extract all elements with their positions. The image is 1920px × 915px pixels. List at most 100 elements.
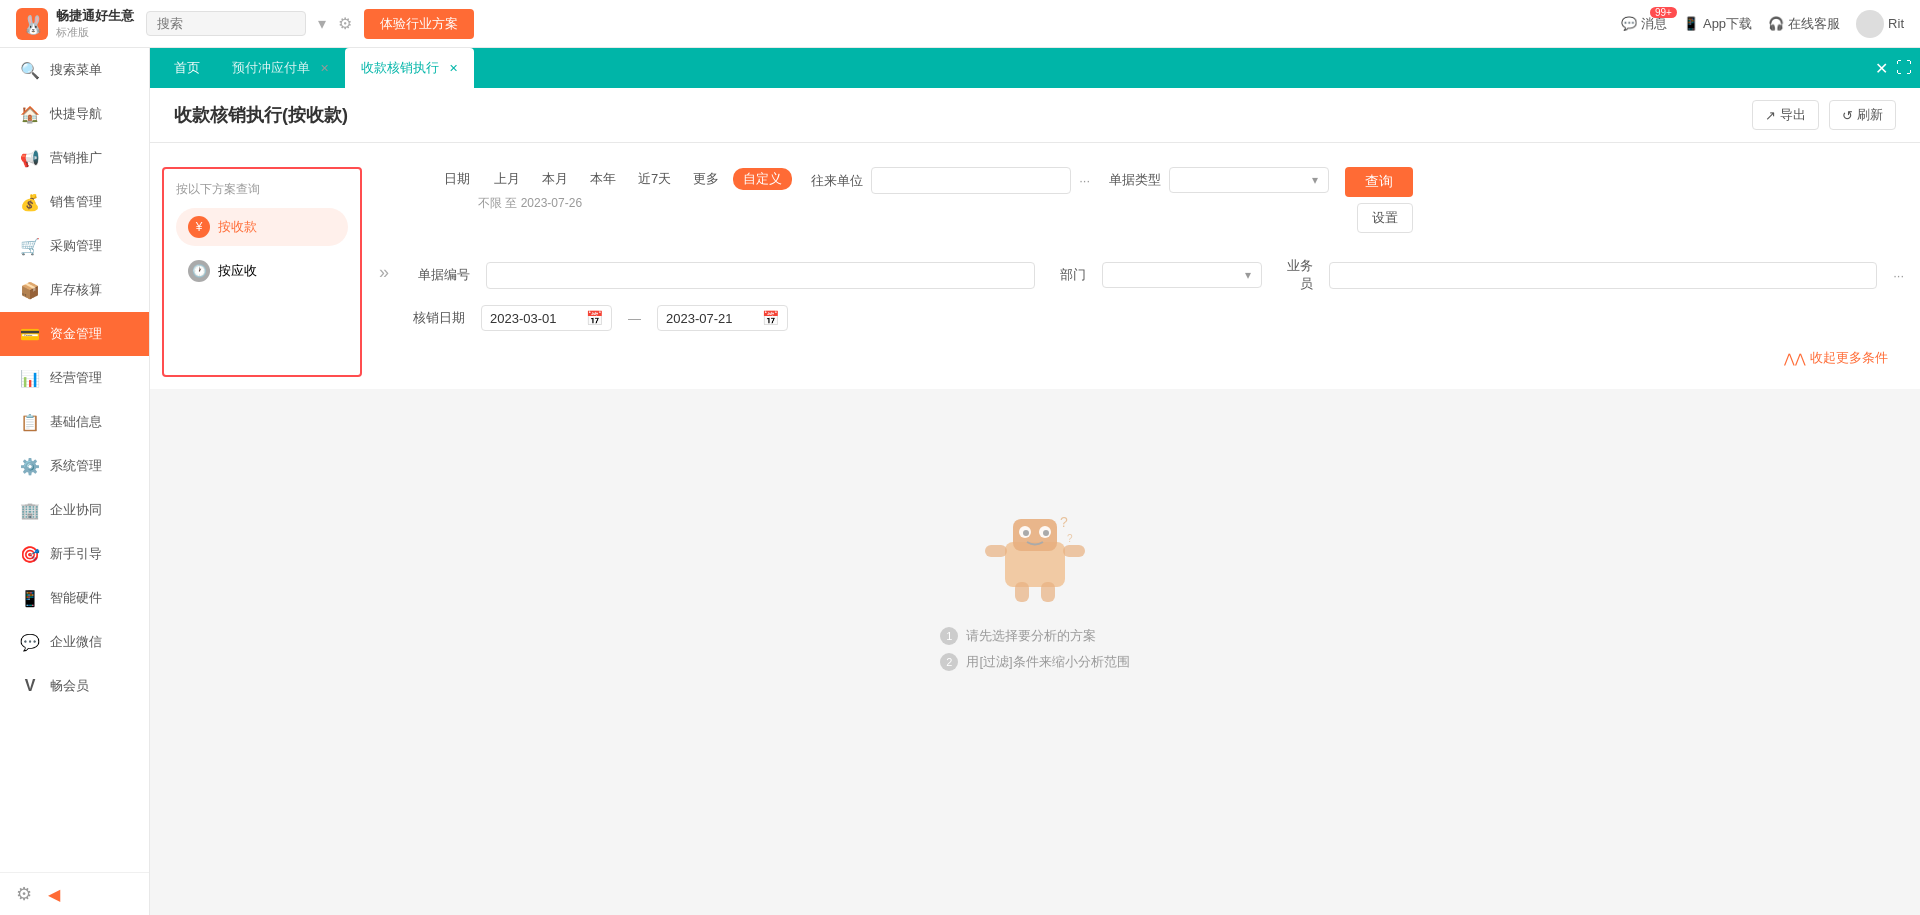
sidebar-item-quick-nav[interactable]: 🏠 快捷导航 [0, 92, 149, 136]
industry-solution-button[interactable]: 体验行业方案 [364, 9, 474, 39]
sidebar-label-enterprise: 企业协同 [50, 501, 102, 519]
verify-date-start-input[interactable] [490, 311, 580, 326]
export-icon: ↗ [1765, 108, 1776, 123]
message-action[interactable]: 💬 消息 99+ [1621, 15, 1667, 33]
sidebar-item-purchase[interactable]: 🛒 采购管理 [0, 224, 149, 268]
receivable-option-icon: 🕐 [188, 260, 210, 282]
message-icon: 💬 [1621, 16, 1637, 31]
app-download-action[interactable]: 📱 App下载 [1683, 15, 1752, 33]
date-custom-btn[interactable]: 自定义 [733, 168, 792, 190]
date-range-text: 不限 至 2023-07-26 [478, 195, 582, 212]
sidebar-item-hardware[interactable]: 📱 智能硬件 [0, 576, 149, 620]
sidebar-item-system[interactable]: ⚙️ 系统管理 [0, 444, 149, 488]
hint-num-2: 2 [940, 653, 958, 671]
top-search-input[interactable] [146, 11, 306, 36]
sidebar-item-member[interactable]: V 畅会员 [0, 664, 149, 708]
staff-ellipsis[interactable]: ··· [1893, 268, 1904, 283]
date-separator: — [628, 311, 641, 326]
sidebar-item-operation[interactable]: 📊 经营管理 [0, 356, 149, 400]
filter-option-by-collection[interactable]: ¥ 按收款 [176, 208, 348, 246]
prepay-tab-close[interactable]: ✕ [320, 62, 329, 75]
sidebar-item-finance[interactable]: 💳 资金管理 [0, 312, 149, 356]
sidebar-label-sales: 销售管理 [50, 193, 102, 211]
collapse-more-button[interactable]: ⋀⋀ 收起更多条件 [1784, 349, 1888, 367]
refresh-icon: ↺ [1842, 108, 1853, 123]
online-service-action[interactable]: 🎧 在线客服 [1768, 15, 1840, 33]
sidebar-item-search-menu[interactable]: 🔍 搜索菜单 [0, 48, 149, 92]
filter-body: 按以下方案查询 ¥ 按收款 🕐 按应收 » [150, 143, 1920, 389]
svg-text:🐰: 🐰 [22, 14, 45, 36]
refresh-button[interactable]: ↺ 刷新 [1829, 100, 1896, 130]
empty-state-area: ? ? 1 请先选择要分析的方案 2 用[过滤]条件来缩小分析范围 [150, 389, 1920, 789]
filter-right: 日期 上月 本月 本年 近7天 更多 自定义 [394, 155, 1920, 389]
sidebar-bottom: ⚙ ◀ [0, 872, 149, 915]
doc-number-label: 单据编号 [410, 266, 470, 284]
dropdown-icon[interactable]: ▾ [318, 14, 326, 33]
collapse-left-arrow[interactable]: » [374, 155, 394, 389]
settings-button[interactable]: 设置 [1357, 203, 1413, 233]
sidebar-item-wechat[interactable]: 💬 企业微信 [0, 620, 149, 664]
doc-type-dropdown-icon: ▾ [1312, 173, 1318, 187]
sidebar-item-sales[interactable]: 💰 销售管理 [0, 180, 149, 224]
svg-point-6 [1023, 530, 1029, 536]
main-content: 首页 预付冲应付单 ✕ 收款核销执行 ✕ ✕ ⛶ 收款核销执行(按收款) [150, 48, 1920, 915]
date-this-month-btn[interactable]: 本月 [534, 167, 576, 191]
filter-row-2: 单据编号 部门 ▾ 业务员 ··· [410, 257, 1904, 293]
tab-prepay[interactable]: 预付冲应付单 ✕ [216, 48, 345, 88]
filter-option-by-receivable[interactable]: 🕐 按应收 [176, 252, 348, 290]
sidebar-settings-icon[interactable]: ⚙ [16, 883, 32, 905]
sidebar-label-quick-nav: 快捷导航 [50, 105, 102, 123]
partner-input[interactable] [871, 167, 1071, 194]
sidebar-item-enterprise[interactable]: 🏢 企业协同 [0, 488, 149, 532]
top-bar: 🐰 畅捷通好生意 标准版 ▾ ⚙ 体验行业方案 💬 消息 99+ 📱 App下载… [0, 0, 1920, 48]
verify-date-start-cal-icon[interactable]: 📅 [586, 310, 603, 326]
collapse-up-icon: ⋀⋀ [1784, 351, 1806, 366]
verify-date-end-input[interactable] [666, 311, 756, 326]
close-window-icon[interactable]: ✕ [1875, 59, 1888, 78]
guide-icon: 🎯 [20, 544, 40, 564]
collection-tab-close[interactable]: ✕ [449, 62, 458, 75]
page-content: 收款核销执行(按收款) ↗ 导出 ↺ 刷新 [150, 88, 1920, 915]
sidebar-item-guide[interactable]: 🎯 新手引导 [0, 532, 149, 576]
tab-collection[interactable]: 收款核销执行 ✕ [345, 48, 474, 88]
sidebar-item-marketing[interactable]: 📢 营销推广 [0, 136, 149, 180]
partner-ellipsis[interactable]: ··· [1079, 173, 1090, 188]
phone-icon: 📱 [1683, 16, 1699, 31]
sidebar-label-hardware: 智能硬件 [50, 589, 102, 607]
sidebar-label-purchase: 采购管理 [50, 237, 102, 255]
export-button[interactable]: ↗ 导出 [1752, 100, 1819, 130]
doc-number-input[interactable] [486, 262, 1035, 289]
sidebar-item-basic[interactable]: 📋 基础信息 [0, 400, 149, 444]
dept-dropdown-icon: ▾ [1245, 268, 1251, 282]
svg-rect-9 [1063, 545, 1085, 557]
headset-icon: 🎧 [1768, 16, 1784, 31]
verify-date-end-cal-icon[interactable]: 📅 [762, 310, 779, 326]
purchase-icon: 🛒 [20, 236, 40, 256]
filter-left-panel: 按以下方案查询 ¥ 按收款 🕐 按应收 [162, 167, 362, 377]
svg-text:?: ? [1067, 533, 1073, 544]
sidebar-label-search-menu: 搜索菜单 [50, 61, 102, 79]
date-more-btn[interactable]: 更多 [685, 167, 727, 191]
query-button[interactable]: 查询 [1345, 167, 1413, 197]
sidebar-collapse-icon[interactable]: ◀ [48, 885, 60, 904]
date-7days-btn[interactable]: 近7天 [630, 167, 679, 191]
filter-section: 按以下方案查询 ¥ 按收款 🕐 按应收 » [150, 143, 1920, 389]
top-actions: 💬 消息 99+ 📱 App下载 🎧 在线客服 Rit [1621, 10, 1904, 38]
empty-illustration: ? ? [975, 507, 1095, 607]
filter-row-3: 核销日期 📅 — 📅 [410, 305, 1904, 331]
user-avatar [1856, 10, 1884, 38]
date-last-month-btn[interactable]: 上月 [486, 167, 528, 191]
user-action[interactable]: Rit [1856, 10, 1904, 38]
basic-icon: 📋 [20, 412, 40, 432]
staff-input[interactable] [1329, 262, 1878, 289]
settings-gear-icon[interactable]: ⚙ [338, 14, 352, 33]
sidebar-item-inventory[interactable]: 📦 库存核算 [0, 268, 149, 312]
action-col: 查询 设置 [1345, 167, 1429, 245]
hardware-icon: 📱 [20, 588, 40, 608]
tab-home[interactable]: 首页 [158, 48, 216, 88]
collection-option-label: 按收款 [218, 218, 257, 236]
doc-type-label: 单据类型 [1106, 171, 1161, 189]
filter-panel-title: 按以下方案查询 [176, 181, 348, 198]
date-this-year-btn[interactable]: 本年 [582, 167, 624, 191]
expand-window-icon[interactable]: ⛶ [1896, 59, 1912, 78]
